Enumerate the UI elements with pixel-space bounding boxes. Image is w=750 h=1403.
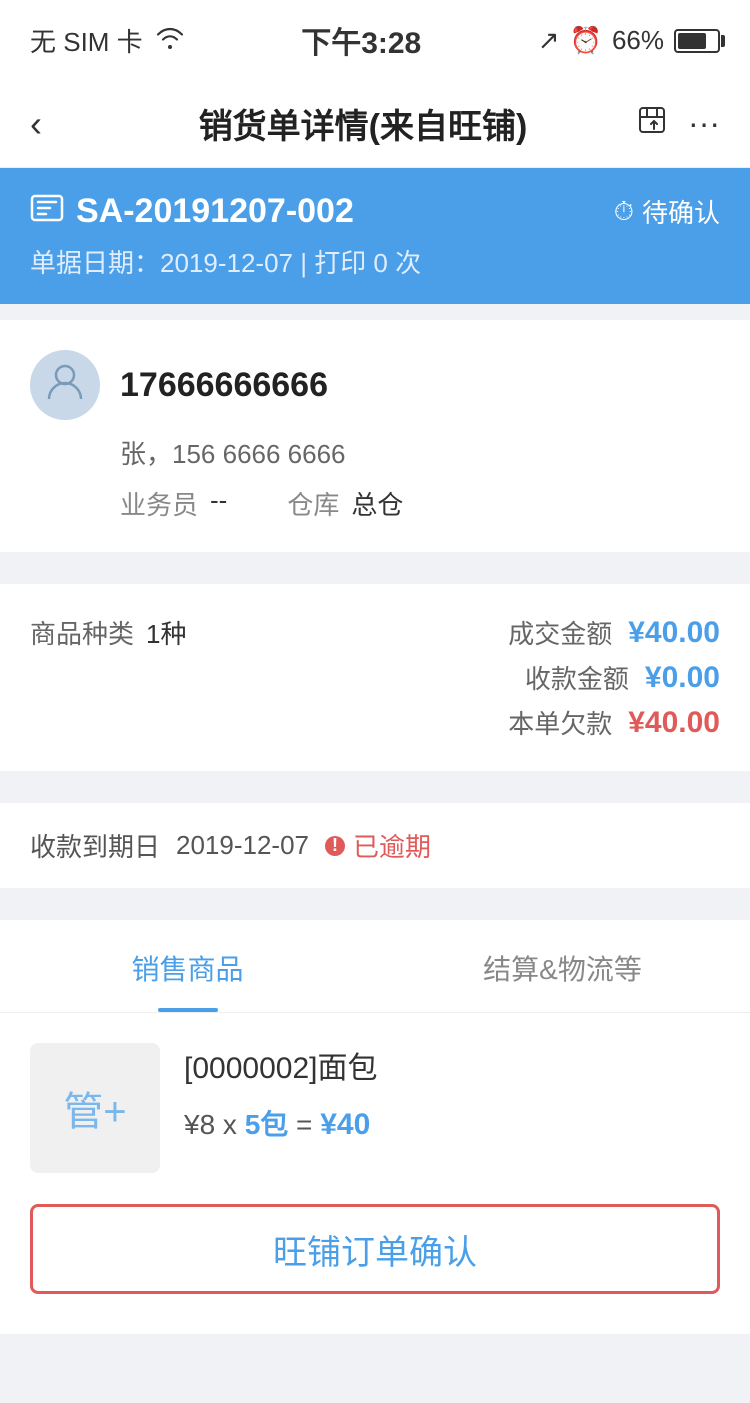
product-sku: [0000002]面包 — [184, 1043, 720, 1087]
tabs-section: 销售商品 结算&物流等 管+ [0000002]面包 ¥8 x 5包 = ¥40 — [0, 920, 750, 1203]
due-label: 收款到期日 — [30, 827, 160, 864]
received-label: 收款金额 — [525, 659, 629, 696]
avatar — [30, 350, 100, 420]
product-types-value: 1种 — [146, 614, 186, 651]
summary-left: 商品种类 1种 — [30, 614, 186, 651]
customer-name-phone: 张，156 6666 6666 — [120, 434, 720, 471]
owed-label: 本单欠款 — [508, 704, 612, 741]
owed-value: ¥40.00 — [628, 706, 720, 740]
order-date: 单据日期：2019-12-07 | 打印 0 次 — [30, 243, 720, 280]
order-status: ⏱ 待确认 — [614, 193, 720, 230]
share-button[interactable] — [636, 104, 668, 144]
product-info: [0000002]面包 ¥8 x 5包 = ¥40 — [184, 1043, 720, 1143]
overdue-badge: ! 已逾期 — [325, 827, 431, 864]
clock-icon: ⏱ — [614, 196, 634, 228]
product-types-label: 商品种类 — [30, 614, 134, 651]
product-section: 管+ [0000002]面包 ¥8 x 5包 = ¥40 — [0, 1013, 750, 1203]
sales-info: 业务员 -- — [120, 485, 227, 522]
due-value: 2019-12-07 — [176, 830, 309, 861]
alarm-icon: ⏰ — [570, 25, 602, 56]
divider-4 — [0, 904, 750, 920]
tabs-bar: 销售商品 结算&物流等 — [0, 920, 750, 1013]
header-card: SA-20191207-002 ⏱ 待确认 单据日期：2019-12-07 | … — [0, 168, 750, 304]
warehouse-info: 仓库 总仓 — [287, 485, 403, 522]
more-button[interactable]: ··· — [688, 105, 720, 142]
warehouse-label: 仓库 — [287, 485, 339, 522]
carrier-text: 无 SIM 卡 — [30, 22, 143, 59]
product-price: ¥8 x 5包 = ¥40 — [184, 1103, 720, 1143]
product-image: 管+ — [30, 1043, 160, 1173]
battery-icon — [674, 25, 720, 56]
order-number: SA-20191207-002 — [30, 192, 354, 231]
customer-row: 17666666666 — [30, 350, 720, 420]
divider-1 — [0, 304, 750, 320]
sales-value: -- — [210, 485, 227, 522]
divider-3 — [0, 787, 750, 803]
back-button[interactable]: ‹ — [30, 103, 90, 145]
transaction-value: ¥40.00 — [628, 616, 720, 650]
confirm-btn-wrapper: 旺铺订单确认 — [0, 1184, 750, 1334]
avatar-icon — [44, 359, 86, 411]
transaction-label: 成交金额 — [508, 614, 612, 651]
nav-actions: ··· — [636, 104, 720, 144]
customer-phone: 17666666666 — [120, 366, 328, 405]
product-item: 管+ [0000002]面包 ¥8 x 5包 = ¥40 — [30, 1043, 720, 1173]
received-value: ¥0.00 — [645, 661, 720, 695]
nav-bar: ‹ 销货单详情(来自旺铺) ··· — [0, 80, 750, 168]
price-separator: = — [288, 1109, 320, 1140]
owed-row: 本单欠款 ¥40.00 — [508, 704, 720, 741]
time-display: 下午3:28 — [301, 18, 421, 62]
tab-sales-products[interactable]: 销售商品 — [0, 920, 375, 1012]
product-types-row: 商品种类 1种 — [30, 614, 186, 651]
divider-2 — [0, 568, 750, 584]
sales-label: 业务员 — [120, 485, 198, 522]
transaction-row: 成交金额 ¥40.00 — [508, 614, 720, 651]
confirm-order-button[interactable]: 旺铺订单确认 — [30, 1204, 720, 1294]
customer-section: 17666666666 张，156 6666 6666 业务员 -- 仓库 总仓 — [0, 320, 750, 552]
page-title: 销货单详情(来自旺铺) — [199, 99, 528, 148]
summary-right: 成交金额 ¥40.00 收款金额 ¥0.00 本单欠款 ¥40.00 — [508, 614, 720, 741]
product-logo: 管+ — [63, 1079, 126, 1137]
order-icon — [30, 192, 64, 231]
quantity: 5包 — [245, 1109, 289, 1140]
battery-percent: 66% — [612, 25, 664, 56]
location-icon: ↗ — [538, 25, 560, 56]
due-section: 收款到期日 2019-12-07 ! 已逾期 — [0, 803, 750, 888]
status-right: ↗ ⏰ 66% — [538, 25, 720, 56]
total-price: ¥40 — [320, 1108, 370, 1141]
status-left: 无 SIM 卡 — [30, 22, 185, 59]
summary-section: 商品种类 1种 成交金额 ¥40.00 收款金额 ¥0.00 本单欠款 ¥40.… — [0, 584, 750, 771]
tab-settlement[interactable]: 结算&物流等 — [375, 920, 750, 1012]
overdue-icon: ! — [325, 836, 345, 856]
status-bar: 无 SIM 卡 下午3:28 ↗ ⏰ 66% — [0, 0, 750, 80]
customer-meta: 业务员 -- 仓库 总仓 — [120, 485, 720, 522]
wifi-icon — [155, 25, 185, 56]
header-top: SA-20191207-002 ⏱ 待确认 — [30, 192, 720, 231]
warehouse-value: 总仓 — [351, 485, 403, 522]
unit-price: ¥8 x — [184, 1109, 245, 1140]
overdue-label: 已逾期 — [353, 827, 431, 864]
received-row: 收款金额 ¥0.00 — [525, 659, 720, 696]
